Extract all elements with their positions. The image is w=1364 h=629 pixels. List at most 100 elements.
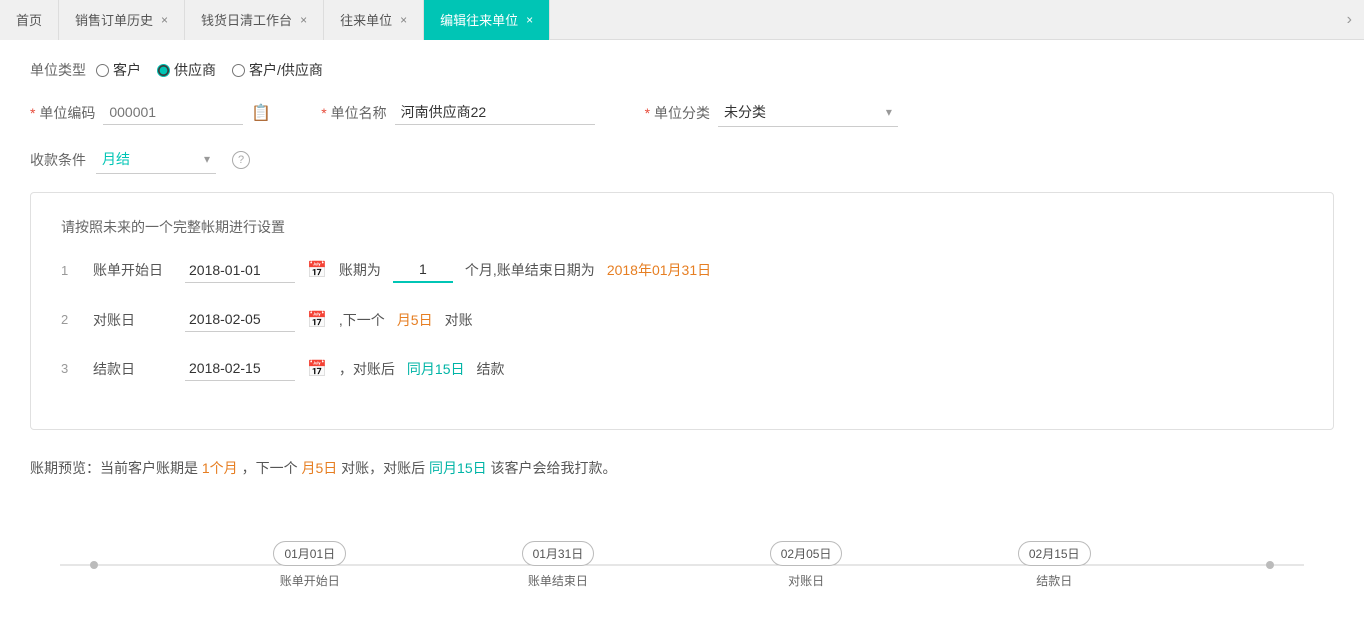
code-field-group: 单位编码 📋 xyxy=(30,100,271,125)
category-field-group: 单位分类 未分类 ▾ xyxy=(645,98,898,127)
timeline-label-4: 结款日 xyxy=(1036,572,1072,589)
preview-prefix: 账期预览：当前客户账期是 xyxy=(30,460,198,476)
timeline-node-4: 02月15日 结款日 xyxy=(1018,541,1091,589)
setting-label-2: 对账日 xyxy=(93,310,173,330)
tab-sales-order-label: 销售订单历史 xyxy=(75,10,153,29)
tab-partner-label: 往来单位 xyxy=(340,10,392,29)
tab-cash-desk-label: 钱货日清工作台 xyxy=(201,10,292,29)
setting-num-2: 2 xyxy=(61,312,81,327)
payment-dropdown[interactable]: 月结 ▾ xyxy=(96,145,216,174)
setting-suffix-3b: 结款 xyxy=(477,359,505,379)
category-value: 未分类 xyxy=(724,102,882,122)
name-field-group: 单位名称 xyxy=(321,100,594,125)
timeline-badge-4: 02月15日 xyxy=(1018,541,1091,566)
billing-end-date: 2018年01月31日 xyxy=(607,260,711,280)
setting-suffix-3a: ，对账后 xyxy=(339,359,395,379)
code-calendar-icon[interactable]: 📋 xyxy=(251,103,271,123)
name-label: 单位名称 xyxy=(321,103,386,123)
tab-cash-desk[interactable]: 钱货日清工作台 × xyxy=(185,0,324,40)
timeline-dots: 01月01日 账单开始日 01月31日 账单结束日 02月05日 对账日 02月… xyxy=(90,541,1274,589)
reconcile-highlight: 月5日 xyxy=(397,310,433,330)
radio-both-label: 客户/供应商 xyxy=(249,60,323,80)
tab-home-label: 首页 xyxy=(16,10,42,29)
tab-cash-desk-close[interactable]: × xyxy=(300,13,307,27)
radio-customer-input[interactable] xyxy=(96,64,109,77)
payment-label: 收款条件 xyxy=(30,150,86,170)
unit-type-radio-group: 客户 供应商 客户/供应商 xyxy=(96,60,323,80)
timeline-label-2: 账单结束日 xyxy=(528,572,588,589)
setting-suffix-2a: ,下一个 xyxy=(339,310,385,330)
timeline-badge-3: 02月05日 xyxy=(770,541,843,566)
preview-text: 账期预览：当前客户账期是 1个月 ，下一个 月5日 对账，对账后 同月15日 该… xyxy=(30,456,1334,481)
tab-edit-partner-close[interactable]: × xyxy=(526,13,533,27)
period-input[interactable] xyxy=(393,257,453,283)
radio-supplier[interactable]: 供应商 xyxy=(157,60,216,80)
radio-supplier-input[interactable] xyxy=(157,64,170,77)
category-label: 单位分类 xyxy=(645,103,710,123)
tab-expand-icon[interactable]: › xyxy=(1335,11,1364,29)
payment-dropdown-arrow: ▾ xyxy=(204,152,210,166)
tab-home[interactable]: 首页 xyxy=(0,0,59,40)
timeline-label-1: 账单开始日 xyxy=(280,572,340,589)
unit-type-row: 单位类型 客户 供应商 客户/供应商 xyxy=(30,60,1334,80)
radio-customer[interactable]: 客户 xyxy=(96,60,141,80)
setting-row-2: 2 对账日 📅 ,下一个 月5日 对账 xyxy=(61,307,1303,332)
start-date-input[interactable] xyxy=(185,258,295,283)
tab-sales-order[interactable]: 销售订单历史 × xyxy=(59,0,185,40)
tab-edit-partner[interactable]: 编辑往来单位 × xyxy=(424,0,550,40)
category-dropdown-arrow: ▾ xyxy=(886,105,892,119)
tab-edit-partner-label: 编辑往来单位 xyxy=(440,10,518,29)
setting-row-3: 3 结款日 📅 ，对账后 同月15日 结款 xyxy=(61,356,1303,381)
preview-section: 账期预览：当前客户账期是 1个月 ，下一个 月5日 对账，对账后 同月15日 该… xyxy=(30,440,1334,497)
name-input[interactable] xyxy=(395,100,595,125)
preview-orange2: 月5日 xyxy=(301,460,337,476)
timeline-node-1: 01月01日 账单开始日 xyxy=(273,541,346,589)
preview-mid1: ，下一个 xyxy=(242,460,298,476)
tab-partner[interactable]: 往来单位 × xyxy=(324,0,424,40)
timeline-end-cap xyxy=(1266,561,1274,569)
setting-suffix-1b: 个月,账单结束日期为 xyxy=(465,260,595,280)
preview-orange1: 1个月 xyxy=(202,460,238,476)
tab-bar: 首页 销售订单历史 × 钱货日清工作台 × 往来单位 × 编辑往来单位 × › xyxy=(0,0,1364,40)
reconcile-date-calendar-icon[interactable]: 📅 xyxy=(307,310,327,330)
payment-value: 月结 xyxy=(102,149,200,169)
payment-row: 收款条件 月结 ▾ ? xyxy=(30,145,1334,174)
code-input[interactable] xyxy=(103,100,243,125)
radio-both[interactable]: 客户/供应商 xyxy=(232,60,323,80)
radio-supplier-label: 供应商 xyxy=(174,60,216,80)
setting-suffix-1a: 账期为 xyxy=(339,260,381,280)
timeline-badge-2: 01月31日 xyxy=(522,541,595,566)
setting-num-1: 1 xyxy=(61,263,81,278)
tab-sales-order-close[interactable]: × xyxy=(161,13,168,27)
preview-teal1: 同月15日 xyxy=(429,460,487,476)
settings-box: 请按照未来的一个完整帐期进行设置 1 账单开始日 📅 账期为 个月,账单结束日期… xyxy=(30,192,1334,430)
radio-both-input[interactable] xyxy=(232,64,245,77)
setting-num-3: 3 xyxy=(61,361,81,376)
radio-customer-label: 客户 xyxy=(113,60,141,80)
setting-label-1: 账单开始日 xyxy=(93,260,173,280)
preview-suffix: 该客户会给我打款。 xyxy=(491,460,617,476)
timeline-node-2: 01月31日 账单结束日 xyxy=(522,541,595,589)
reconcile-date-input[interactable] xyxy=(185,307,295,332)
payment-help-icon[interactable]: ? xyxy=(232,151,250,169)
start-date-calendar-icon[interactable]: 📅 xyxy=(307,260,327,280)
setting-row-1: 1 账单开始日 📅 账期为 个月,账单结束日期为 2018年01月31日 xyxy=(61,257,1303,283)
tab-partner-close[interactable]: × xyxy=(400,13,407,27)
main-content: 单位类型 客户 供应商 客户/供应商 单位编码 📋 单位名称 xyxy=(0,40,1364,629)
timeline-badge-1: 01月01日 xyxy=(273,541,346,566)
timeline-node-3: 02月05日 对账日 xyxy=(770,541,843,589)
unit-info-row: 单位编码 📋 单位名称 单位分类 未分类 ▾ xyxy=(30,98,1334,127)
setting-suffix-2b: 对账 xyxy=(445,310,473,330)
payment-date-calendar-icon[interactable]: 📅 xyxy=(307,359,327,379)
code-label: 单位编码 xyxy=(30,103,95,123)
timeline-start-cap xyxy=(90,561,98,569)
settings-title: 请按照未来的一个完整帐期进行设置 xyxy=(61,217,1303,237)
preview-mid2: 对账，对账后 xyxy=(341,460,425,476)
timeline-label-3: 对账日 xyxy=(788,572,824,589)
timeline-wrapper: 01月01日 账单开始日 01月31日 账单结束日 02月05日 对账日 02月… xyxy=(30,521,1334,609)
payment-highlight: 同月15日 xyxy=(407,359,465,379)
unit-type-label: 单位类型 xyxy=(30,60,86,80)
setting-label-3: 结款日 xyxy=(93,359,173,379)
payment-date-input[interactable] xyxy=(185,356,295,381)
category-dropdown[interactable]: 未分类 ▾ xyxy=(718,98,898,127)
